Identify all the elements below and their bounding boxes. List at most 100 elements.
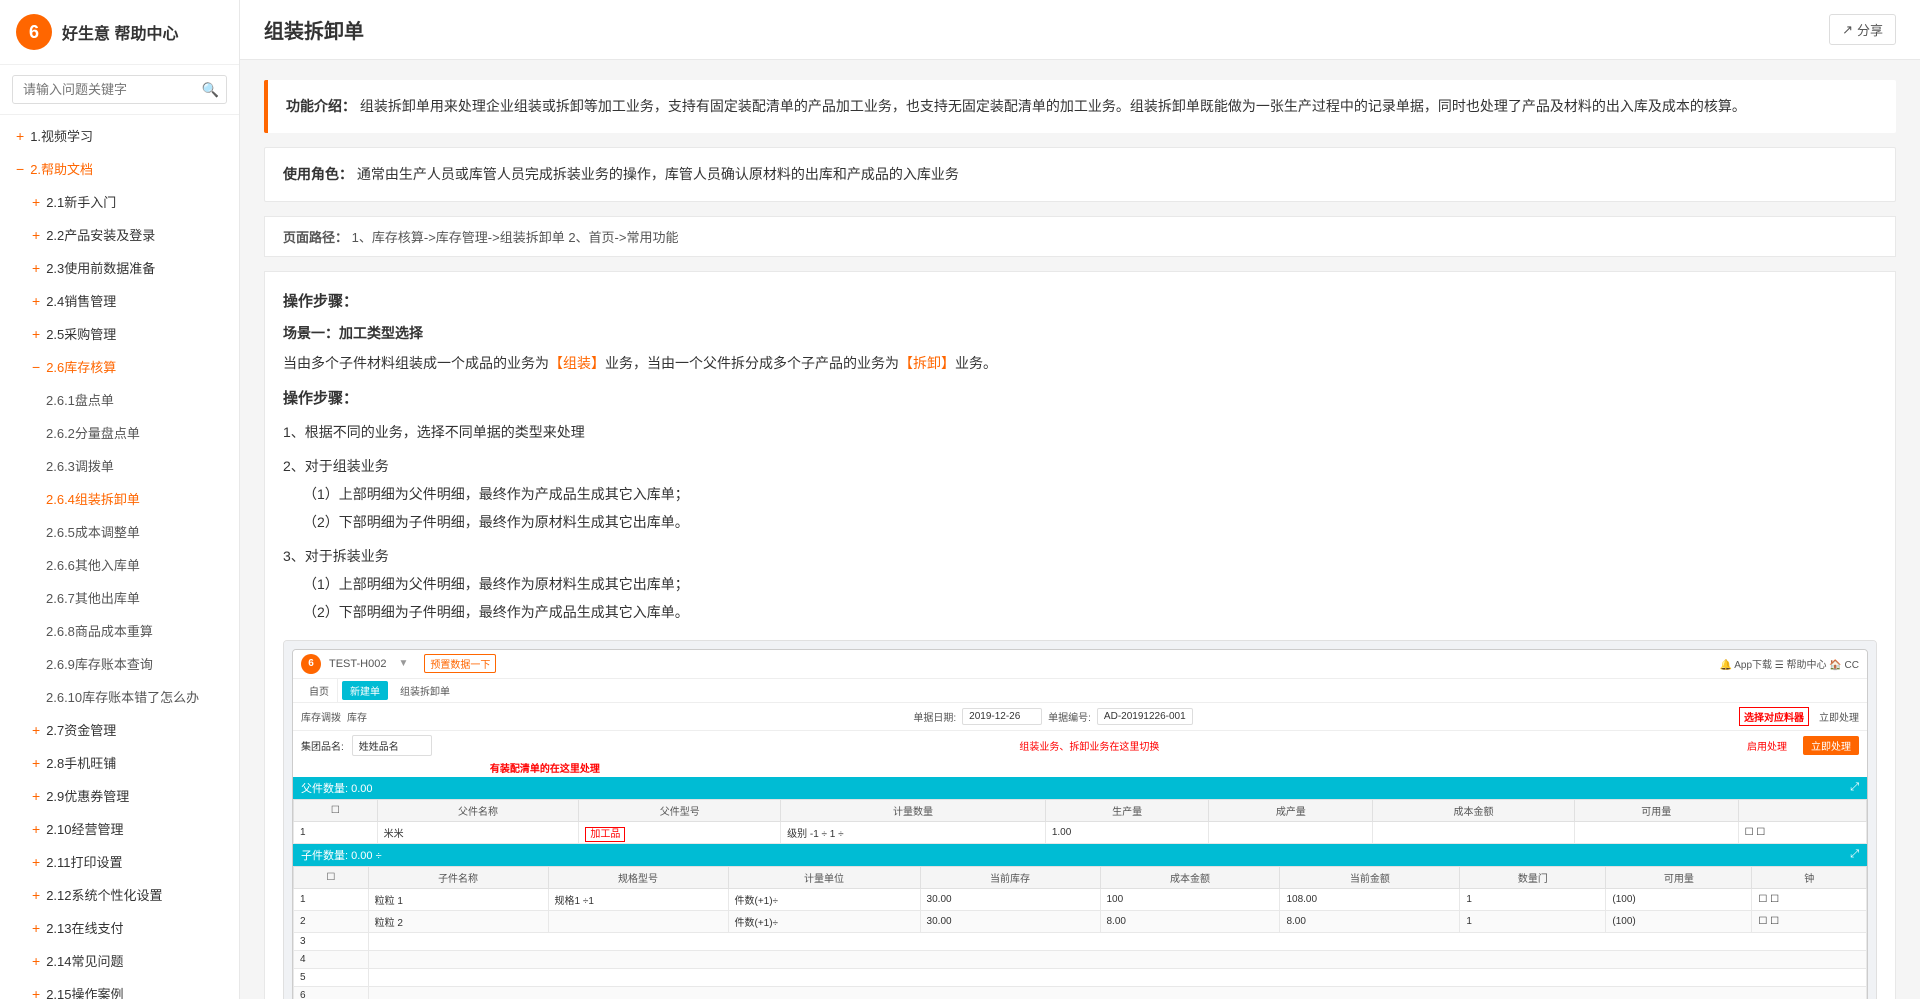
sidebar-item-split-stocktake[interactable]: 2.6.2分量盘点单	[0, 416, 239, 449]
mock-brow2-act: ☐ ☐	[1752, 910, 1867, 932]
mock-tabs-row: 自页 新建单 组装拆卸单	[293, 679, 1867, 703]
mock-th-actions	[1738, 799, 1866, 821]
mock-tab-new: 新建单	[342, 681, 388, 700]
search-input[interactable]	[12, 75, 227, 104]
mock-td-plan: 级别 -1 ÷ 1 ÷	[781, 821, 1046, 843]
sidebar-item-cost-adjust[interactable]: 2.6.5成本调整单	[0, 515, 239, 548]
sidebar-item-finance[interactable]: + 2.7资金管理	[0, 713, 239, 746]
mock-annotate-enable: 启用处理	[1747, 738, 1787, 753]
mock-title: TEST-H002	[329, 658, 386, 670]
mock-bottom-expand: ⤢	[1850, 848, 1859, 861]
mock-top-section-header: 父件数量: 0.00 ⤢	[293, 777, 1867, 799]
sidebar-item-operation[interactable]: + 2.10经营管理	[0, 812, 239, 845]
path-box: 页面路径： 1、库存核算->库存管理->组装拆卸单 2、首页->常用功能	[264, 216, 1896, 257]
step3-sub2: （2）下部明细为子件明细，最终作为产成品生成其它入库单。	[283, 598, 1877, 626]
step2: 2、对于组装业务	[283, 452, 1877, 480]
plus-icon: +	[16, 128, 24, 144]
mock-preset-btn: 预置数据一下	[424, 654, 496, 673]
sidebar-item-coupon[interactable]: + 2.9优惠券管理	[0, 779, 239, 812]
mock-brow1-stock: 30.00	[920, 888, 1100, 910]
plus-icon: +	[32, 986, 40, 999]
mock-brow2-avail: (100)	[1606, 910, 1752, 932]
mock-doc-input: AD-20191226-001	[1097, 708, 1193, 725]
mock-bottom-row-5: 5	[294, 968, 1867, 986]
share-icon: ↗	[1842, 22, 1853, 38]
mock-td-prod2	[1209, 821, 1373, 843]
mock-dropdown-icon: ▼	[398, 658, 408, 669]
mock-th-avail: 可用量	[1574, 799, 1738, 821]
mock-bottom-section-header: 子件数量: 0.00 ÷ ⤢	[293, 844, 1867, 866]
mock-logo-icon: 6	[301, 654, 321, 674]
sidebar-item-video[interactable]: + 1.视频学习	[0, 119, 239, 152]
minus-icon: −	[32, 359, 40, 375]
sidebar-item-stocktake[interactable]: 2.6.1盘点单	[0, 383, 239, 416]
sidebar-item-online-pay[interactable]: + 2.13在线支付	[0, 911, 239, 944]
minus-icon: −	[16, 161, 24, 177]
mock-th-prod-qty: 生产量	[1045, 799, 1209, 821]
mock-brow2-unit: 件数(+1)÷	[728, 910, 920, 932]
function-intro-box: 功能介绍： 组装拆卸单用来处理企业组装或拆卸等加工业务，支持有固定装配清单的产品…	[264, 80, 1896, 133]
mock-th-prod-qty2: 成产量	[1209, 799, 1373, 821]
function-intro-label: 功能介绍：	[286, 98, 356, 114]
sidebar-item-cases[interactable]: + 2.15操作案例	[0, 977, 239, 999]
mock-brow1-act: ☐ ☐	[1752, 888, 1867, 910]
mock-ui-header: 6 TEST-H002 ▼ 预置数据一下 🔔 App下载 ☰ 帮助中心 🏠 CC	[293, 650, 1867, 679]
mock-bottom-row-6: 6	[294, 986, 1867, 999]
mock-tab-assemble: 组装拆卸单	[392, 679, 458, 702]
sidebar-item-inventory[interactable]: − 2.6库存核算	[0, 350, 239, 383]
sidebar-item-inv-check[interactable]: 2.6.9库存账本查询	[0, 647, 239, 680]
mock-th-cost: 成本金额	[1373, 799, 1575, 821]
mock-brow1-check: 1	[294, 888, 369, 910]
sidebar-item-install[interactable]: + 2.2产品安装及登录	[0, 218, 239, 251]
mock-bth-name: 子件名称	[368, 866, 548, 888]
plus-icon: +	[32, 920, 40, 936]
mock-td-model: 加工品	[579, 821, 781, 843]
mock-collection-label: 集团品名:	[301, 738, 344, 753]
sidebar-item-newbie[interactable]: + 2.1新手入门	[0, 185, 239, 218]
search-bar[interactable]: 🔍	[0, 65, 239, 115]
sidebar-item-custom[interactable]: + 2.12系统个性化设置	[0, 878, 239, 911]
sidebar-item-mobile[interactable]: + 2.8手机旺铺	[0, 746, 239, 779]
sidebar-item-purchase[interactable]: + 2.5采购管理	[0, 317, 239, 350]
mock-expand-icon: ⤢	[1850, 781, 1859, 794]
mock-td-prod: 1.00	[1045, 821, 1209, 843]
sidebar-item-assemble[interactable]: 2.6.4组装拆卸单	[0, 482, 239, 515]
mock-tab-home: 自页	[301, 679, 338, 702]
mock-bth-avail: 可用量	[1606, 866, 1752, 888]
sidebar-item-goods-cost[interactable]: 2.6.8商品成本重算	[0, 614, 239, 647]
plus-icon: +	[32, 854, 40, 870]
sidebar-item-adjust[interactable]: 2.6.3调拨单	[0, 449, 239, 482]
mock-td-check: 1	[294, 821, 378, 843]
mock-brow1-cost: 100	[1100, 888, 1280, 910]
mock-brow2-name: 粒粒 2	[368, 910, 548, 932]
sidebar-item-faq[interactable]: + 2.14常见问题	[0, 944, 239, 977]
mock-bth-unit: 计量单位	[728, 866, 920, 888]
share-button[interactable]: ↗ 分享	[1829, 14, 1896, 45]
mock-confirm-btn: 立即处理	[1803, 736, 1859, 755]
mock-brow1-model: 规格1 ÷1	[548, 888, 728, 910]
mock-brow1-avail: (100)	[1606, 888, 1752, 910]
step2-sub1: （1）上部明细为父件明细，最终作为产成品生成其它入库单；	[283, 480, 1877, 508]
mock-brow2-cur-cost: 8.00	[1280, 910, 1460, 932]
sidebar-item-inv-error[interactable]: 2.6.10库存账本错了怎么办	[0, 680, 239, 713]
sidebar-item-sales[interactable]: + 2.4销售管理	[0, 284, 239, 317]
mock-bth-stock: 当前库存	[920, 866, 1100, 888]
plus-icon: +	[32, 194, 40, 210]
mock-section-label: 父件数量: 0.00	[301, 780, 373, 796]
sidebar-item-data-prep[interactable]: + 2.3使用前数据准备	[0, 251, 239, 284]
sidebar: 6 好生意 帮助中心 🔍 + 1.视频学习 − 2.帮助文档 + 2.1新手入门…	[0, 0, 240, 999]
page-title: 组装拆卸单	[264, 15, 364, 44]
mock-brow1-cur-cost: 108.00	[1280, 888, 1460, 910]
sidebar-item-docs[interactable]: − 2.帮助文档	[0, 152, 239, 185]
plus-icon: +	[32, 788, 40, 804]
main-header: 组装拆卸单 ↗ 分享	[240, 0, 1920, 60]
content-area: 功能介绍： 组装拆卸单用来处理企业组装或拆卸等加工业务，支持有固定装配清单的产品…	[240, 60, 1920, 999]
mock-bth-model: 规格型号	[548, 866, 728, 888]
role-text: 通常由生产人员或库管人员完成拆装业务的操作，库管人员确认原材料的出库和产成品的入…	[357, 166, 959, 182]
sidebar-item-print[interactable]: + 2.11打印设置	[0, 845, 239, 878]
mock-brow1-qty: 1	[1460, 888, 1606, 910]
mock-date-label: 单据日期:	[913, 709, 956, 724]
sidebar-item-other-out[interactable]: 2.6.7其他出库单	[0, 581, 239, 614]
sidebar-item-other-in[interactable]: 2.6.6其他入库单	[0, 548, 239, 581]
mock-brow2-cost: 8.00	[1100, 910, 1280, 932]
